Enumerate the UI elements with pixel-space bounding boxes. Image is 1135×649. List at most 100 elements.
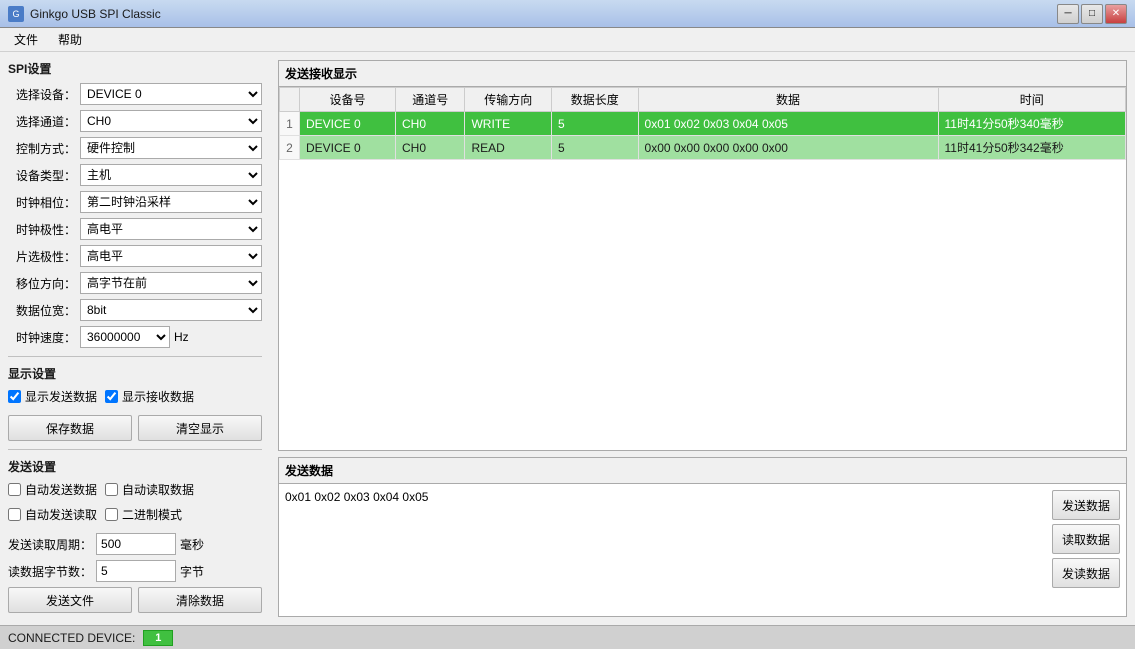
read-bytes-row: 读数据字节数： 字节 [8, 560, 262, 582]
auto-send-read-row: 自动发送读取 [8, 506, 97, 523]
clock-speed-label: 时钟速度： [8, 329, 80, 346]
show-send-checkbox[interactable] [8, 390, 21, 403]
table-cell: DEVICE 0 [300, 112, 396, 136]
clock-polarity-row: 时钟极性： 高电平 [8, 218, 262, 240]
table-header-row: 设备号 通道号 传输方向 数据长度 数据 时间 [280, 88, 1126, 112]
clock-phase-row: 时钟相位： 第二时钟沿采样 [8, 191, 262, 213]
auto-read-label: 自动读取数据 [122, 481, 194, 498]
read-data-button[interactable]: 读取数据 [1052, 524, 1120, 554]
shift-dir-label: 移位方向： [8, 275, 80, 292]
divider-1 [8, 356, 262, 357]
clock-polarity-label: 时钟极性： [8, 221, 80, 238]
chip-select-select[interactable]: 高电平 [80, 245, 262, 267]
data-bits-row: 数据位宽： 8bit [8, 299, 262, 321]
table-row[interactable]: 2DEVICE 0CH0READ50x00 0x00 0x00 0x00 0x0… [280, 136, 1126, 160]
byte-label: 字节 [180, 563, 204, 580]
table-head: 设备号 通道号 传输方向 数据长度 数据 时间 [280, 88, 1126, 112]
show-recv-label: 显示接收数据 [122, 388, 194, 405]
send-checkboxes-row2: 自动发送读取 二进制模式 [8, 506, 262, 527]
show-send-row: 显示发送数据 [8, 388, 97, 405]
channel-select[interactable]: CH0 [80, 110, 262, 132]
display-checkboxes: 显示发送数据 显示接收数据 [8, 388, 262, 409]
send-checkboxes-row1: 自动发送数据 自动读取数据 [8, 481, 262, 502]
shift-dir-select[interactable]: 高字节在前 [80, 272, 262, 294]
clock-phase-select[interactable]: 第二时钟沿采样 [80, 191, 262, 213]
table-cell: CH0 [395, 112, 465, 136]
status-label: CONNECTED DEVICE: [8, 631, 135, 645]
display-section-title: 显示设置 [8, 365, 262, 382]
right-panel: 发送接收显示 设备号 通道号 传输方向 数据长度 数据 时间 [270, 52, 1135, 625]
clear-data-button[interactable]: 清除数据 [138, 587, 262, 613]
send-section: 发送数据 0x01 0x02 0x03 0x04 0x05 发送数据 读取数据 … [278, 457, 1127, 617]
table-cell: 11时41分50秒340毫秒 [938, 112, 1125, 136]
device-type-row: 设备类型： 主机 [8, 164, 262, 186]
clock-polarity-select[interactable]: 高电平 [80, 218, 262, 240]
table-cell: 11时41分50秒342毫秒 [938, 136, 1125, 160]
table-cell: 1 [280, 112, 300, 136]
control-label: 控制方式： [8, 140, 80, 157]
show-recv-row: 显示接收数据 [105, 388, 194, 405]
divider-2 [8, 449, 262, 450]
col-channel: 通道号 [395, 88, 465, 112]
minimize-button[interactable]: ─ [1057, 4, 1079, 24]
table-cell: READ [465, 136, 552, 160]
table-section: 发送接收显示 设备号 通道号 传输方向 数据长度 数据 时间 [278, 60, 1127, 451]
clock-phase-label: 时钟相位： [8, 194, 80, 211]
title-bar: G Ginkgo USB SPI Classic ─ □ ✕ [0, 0, 1135, 28]
col-length: 数据长度 [552, 88, 639, 112]
col-device: 设备号 [300, 88, 396, 112]
col-num [280, 88, 300, 112]
menu-file[interactable]: 文件 [4, 29, 48, 50]
send-file-button[interactable]: 发送文件 [8, 587, 132, 613]
save-data-button[interactable]: 保存数据 [8, 415, 132, 441]
send-file-buttons: 发送文件 清除数据 [8, 587, 262, 613]
binary-mode-row: 二进制模式 [105, 506, 182, 523]
send-read-period-label: 发送读取周期： [8, 536, 92, 553]
table-container[interactable]: 设备号 通道号 传输方向 数据长度 数据 时间 1DEVICE 0CH0WRIT… [279, 87, 1126, 450]
clear-display-button[interactable]: 清空显示 [138, 415, 262, 441]
send-read-period-row: 发送读取周期： 毫秒 [8, 533, 262, 555]
auto-send-row: 自动发送数据 [8, 481, 97, 498]
device-row: 选择设备： DEVICE 0 [8, 83, 262, 105]
send-read-period-input[interactable] [96, 533, 176, 555]
read-bytes-input[interactable] [96, 560, 176, 582]
send-section-title: 发送设置 [8, 458, 262, 475]
app-title: Ginkgo USB SPI Classic [30, 7, 161, 21]
table-cell: DEVICE 0 [300, 136, 396, 160]
data-bits-select[interactable]: 8bit [80, 299, 262, 321]
maximize-button[interactable]: □ [1081, 4, 1103, 24]
device-select[interactable]: DEVICE 0 [80, 83, 262, 105]
binary-mode-checkbox[interactable] [105, 508, 118, 521]
display-buttons: 保存数据 清空显示 [8, 415, 262, 441]
data-bits-label: 数据位宽： [8, 302, 80, 319]
table-section-title: 发送接收显示 [279, 61, 1126, 87]
control-select[interactable]: 硬件控制 [80, 137, 262, 159]
chip-select-label: 片选极性： [8, 248, 80, 265]
auto-send-read-checkbox[interactable] [8, 508, 21, 521]
send-text-display: 0x01 0x02 0x03 0x04 0x05 [279, 484, 1046, 616]
device-label: 选择设备： [8, 86, 80, 103]
clock-speed-select[interactable]: 36000000 [80, 326, 170, 348]
menu-help[interactable]: 帮助 [48, 29, 92, 50]
status-indicator: 1 [143, 630, 173, 646]
shift-dir-row: 移位方向： 高字节在前 [8, 272, 262, 294]
chip-select-row: 片选极性： 高电平 [8, 245, 262, 267]
read-bytes-label: 读数据字节数： [8, 563, 92, 580]
control-row: 控制方式： 硬件控制 [8, 137, 262, 159]
table-row[interactable]: 1DEVICE 0CH0WRITE50x01 0x02 0x03 0x04 0x… [280, 112, 1126, 136]
table-cell: 0x00 0x00 0x00 0x00 0x00 [638, 136, 938, 160]
auto-read-checkbox[interactable] [105, 483, 118, 496]
menu-bar: 文件 帮助 [0, 28, 1135, 52]
spi-section-title: SPI设置 [8, 60, 262, 77]
main-content: SPI设置 选择设备： DEVICE 0 选择通道： CH0 控制方式： 硬件控… [0, 52, 1135, 625]
send-buttons: 发送数据 读取数据 发读数据 [1046, 484, 1126, 616]
auto-send-checkbox[interactable] [8, 483, 21, 496]
send-section-title: 发送数据 [279, 458, 1126, 484]
channel-row: 选择通道： CH0 [8, 110, 262, 132]
show-recv-checkbox[interactable] [105, 390, 118, 403]
write-data-button[interactable]: 发读数据 [1052, 558, 1120, 588]
close-button[interactable]: ✕ [1105, 4, 1127, 24]
device-type-select[interactable]: 主机 [80, 164, 262, 186]
send-data-button[interactable]: 发送数据 [1052, 490, 1120, 520]
ms-label: 毫秒 [180, 536, 204, 553]
